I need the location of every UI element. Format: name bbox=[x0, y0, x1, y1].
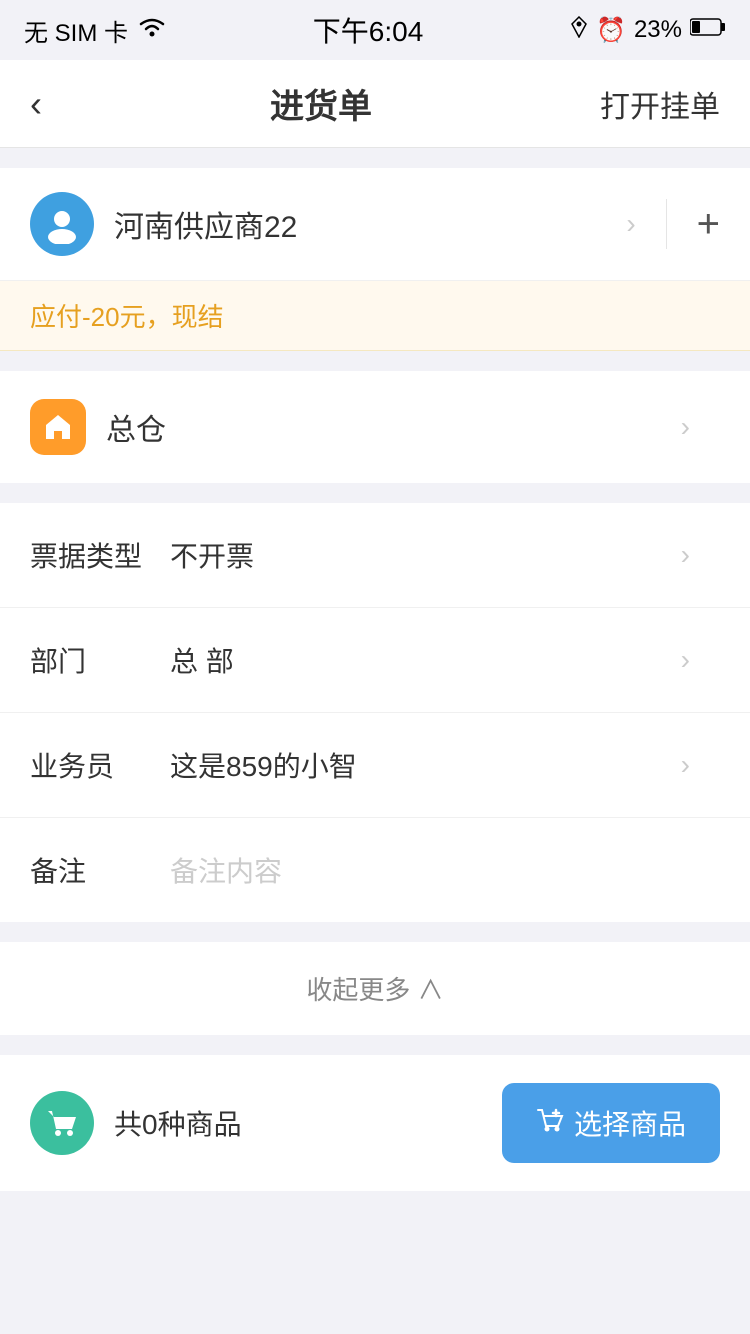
battery-label: 23% bbox=[634, 16, 682, 44]
remark-input[interactable]: 备注内容 bbox=[150, 850, 720, 890]
supplier-name: 河南供应商22 bbox=[114, 202, 626, 246]
warehouse-name: 总仓 bbox=[106, 405, 681, 449]
location-icon bbox=[570, 16, 588, 45]
notice-bar: 应付-20元，现结 bbox=[0, 281, 750, 351]
add-supplier-button[interactable]: + bbox=[697, 202, 720, 247]
staff-value: 这是859的小智 bbox=[150, 745, 681, 785]
supplier-avatar bbox=[30, 192, 94, 256]
department-chevron-icon: › bbox=[681, 644, 690, 676]
page-root: 无 SIM 卡 下午6:04 ⏰ 23% bbox=[0, 0, 750, 1334]
status-bar: 无 SIM 卡 下午6:04 ⏰ 23% bbox=[0, 0, 750, 60]
staff-row[interactable]: 业务员 这是859的小智 › bbox=[0, 713, 750, 818]
supplier-row[interactable]: 河南供应商22 › + bbox=[0, 168, 750, 281]
staff-chevron-icon: › bbox=[681, 749, 690, 781]
page-title: 进货单 bbox=[270, 79, 372, 128]
select-goods-button[interactable]: 选择商品 bbox=[502, 1083, 720, 1163]
supplier-chevron-icon: › bbox=[626, 208, 635, 240]
department-row[interactable]: 部门 总 部 › bbox=[0, 608, 750, 713]
alarm-icon: ⏰ bbox=[596, 16, 626, 45]
invoice-row[interactable]: 票据类型 不开票 › bbox=[0, 503, 750, 608]
bottom-bar: 共0种商品 选择商品 bbox=[0, 1055, 750, 1191]
status-left: 无 SIM 卡 bbox=[24, 13, 166, 48]
department-label: 部门 bbox=[30, 640, 150, 680]
invoice-chevron-icon: › bbox=[681, 539, 690, 571]
warehouse-icon bbox=[30, 399, 86, 455]
collapse-label: 收起更多 ∧ bbox=[306, 970, 443, 1007]
warehouse-chevron-icon: › bbox=[681, 411, 690, 443]
form-section: 票据类型 不开票 › 部门 总 部 › 业务员 这是859的小智 › 备注 备注… bbox=[0, 503, 750, 922]
status-time: 下午6:04 bbox=[313, 10, 424, 50]
warehouse-row[interactable]: 总仓 › bbox=[0, 371, 750, 483]
remark-label: 备注 bbox=[30, 850, 150, 890]
sim-label: 无 SIM 卡 bbox=[24, 13, 128, 48]
divider bbox=[666, 199, 667, 249]
invoice-label: 票据类型 bbox=[30, 535, 150, 575]
battery-icon bbox=[690, 16, 726, 44]
open-pending-button[interactable]: 打开挂单 bbox=[600, 82, 720, 126]
product-count: 共0种商品 bbox=[114, 1103, 482, 1143]
wifi-icon bbox=[138, 16, 166, 44]
staff-label: 业务员 bbox=[30, 745, 150, 785]
cart-add-icon bbox=[536, 1106, 564, 1141]
remark-row[interactable]: 备注 备注内容 bbox=[0, 818, 750, 922]
invoice-value: 不开票 bbox=[150, 535, 681, 575]
status-right: ⏰ 23% bbox=[570, 16, 726, 45]
back-button[interactable]: ‹ bbox=[30, 83, 42, 125]
supplier-card: 河南供应商22 › + 应付-20元，现结 bbox=[0, 168, 750, 351]
collapse-button[interactable]: 收起更多 ∧ bbox=[0, 942, 750, 1035]
notice-text: 应付-20元，现结 bbox=[30, 302, 224, 332]
cart-icon-wrap bbox=[30, 1091, 94, 1155]
department-value: 总 部 bbox=[150, 640, 681, 680]
nav-bar: ‹ 进货单 打开挂单 bbox=[0, 60, 750, 148]
select-goods-label: 选择商品 bbox=[574, 1103, 686, 1143]
